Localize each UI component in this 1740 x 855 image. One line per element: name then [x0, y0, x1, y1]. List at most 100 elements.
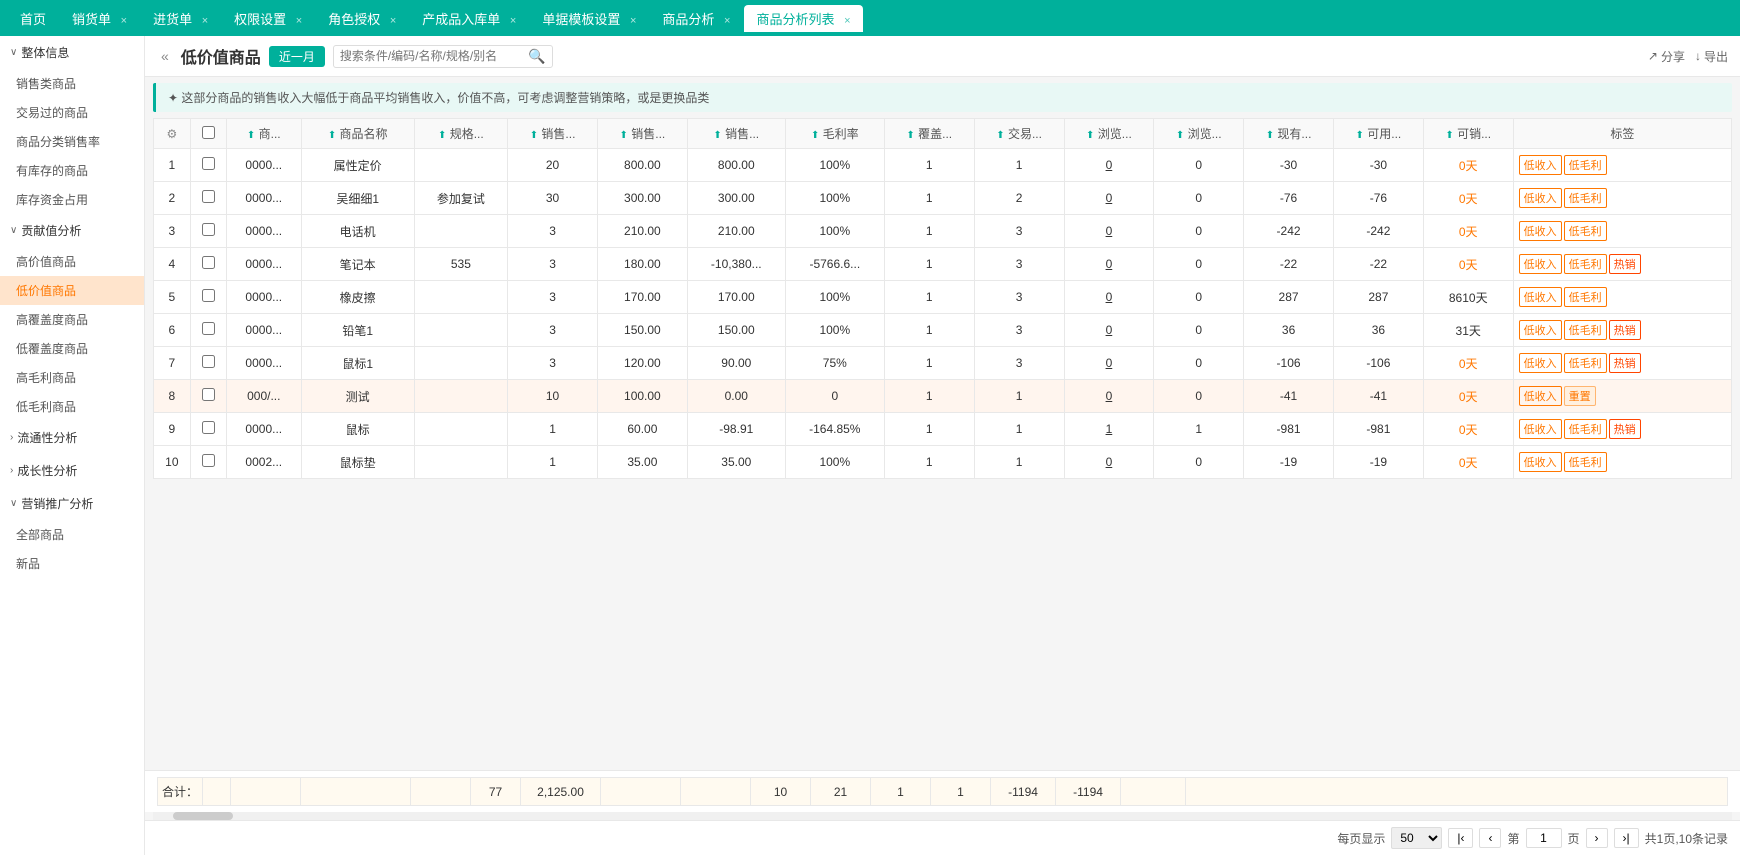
- time-filter-button[interactable]: 近一月: [269, 46, 325, 67]
- col-spec[interactable]: ⬆ 规格...: [414, 119, 508, 149]
- next-page-button[interactable]: ›: [1586, 828, 1608, 848]
- col-sales-amount[interactable]: ⬆ 销售...: [597, 119, 687, 149]
- page-input[interactable]: [1526, 828, 1562, 848]
- col-sales-price[interactable]: ⬆ 销售...: [687, 119, 785, 149]
- col-current[interactable]: ⬆ 现有...: [1244, 119, 1334, 149]
- col-settings[interactable]: ⚙: [154, 119, 191, 149]
- browse-link[interactable]: 0: [1106, 257, 1113, 271]
- sidebar-section-contribution[interactable]: ∨ 贡献值分析: [0, 214, 144, 247]
- select-all-checkbox[interactable]: [202, 126, 215, 139]
- nav-permissions[interactable]: 权限设置 ×: [222, 5, 314, 32]
- nav-purchase-order[interactable]: 进货单 ×: [141, 5, 220, 32]
- row-browse1[interactable]: 0: [1064, 347, 1154, 380]
- nav-sales-order[interactable]: 销货单 ×: [60, 5, 139, 32]
- browse-link[interactable]: 0: [1106, 389, 1113, 403]
- col-saleable[interactable]: ⬆ 可销...: [1423, 119, 1513, 149]
- col-name[interactable]: ⬆ 商品名称: [301, 119, 414, 149]
- row-select-checkbox[interactable]: [202, 454, 215, 467]
- col-browse2[interactable]: ⬆ 浏览...: [1154, 119, 1244, 149]
- row-browse1[interactable]: 0: [1064, 248, 1154, 281]
- row-checkbox[interactable]: [190, 182, 226, 215]
- row-select-checkbox[interactable]: [202, 256, 215, 269]
- nav-role-auth[interactable]: 角色授权 ×: [316, 5, 408, 32]
- row-select-checkbox[interactable]: [202, 157, 215, 170]
- col-margin[interactable]: ⬆ 毛利率: [785, 119, 884, 149]
- sidebar-item-low-margin[interactable]: 低毛利商品: [0, 392, 144, 421]
- sidebar-section-overview[interactable]: ∨ 整体信息: [0, 36, 144, 69]
- sidebar-section-growth[interactable]: › 成长性分析: [0, 454, 144, 487]
- sidebar-item-traded-goods[interactable]: 交易过的商品: [0, 98, 144, 127]
- browse-link[interactable]: 0: [1106, 356, 1113, 370]
- sidebar-item-all-goods[interactable]: 全部商品: [0, 520, 144, 549]
- share-button[interactable]: ↗ 分享: [1648, 48, 1685, 65]
- browse-link[interactable]: 0: [1106, 323, 1113, 337]
- search-input[interactable]: [340, 49, 529, 63]
- row-checkbox[interactable]: [190, 281, 226, 314]
- browse-link[interactable]: 1: [1106, 422, 1113, 436]
- row-checkbox[interactable]: [190, 347, 226, 380]
- browse-link[interactable]: 0: [1106, 290, 1113, 304]
- row-select-checkbox[interactable]: [202, 388, 215, 401]
- row-browse1[interactable]: 0: [1064, 314, 1154, 347]
- row-browse1[interactable]: 0: [1064, 446, 1154, 479]
- sidebar-item-high-value[interactable]: 高价值商品: [0, 247, 144, 276]
- sidebar-item-capital[interactable]: 库存资金占用: [0, 185, 144, 214]
- row-select-checkbox[interactable]: [202, 421, 215, 434]
- col-browse1[interactable]: ⬆ 浏览...: [1064, 119, 1154, 149]
- row-checkbox[interactable]: [190, 314, 226, 347]
- sidebar-item-low-value[interactable]: 低价值商品: [0, 276, 144, 305]
- search-icon[interactable]: 🔍: [528, 48, 545, 65]
- row-checkbox[interactable]: [190, 215, 226, 248]
- row-browse1[interactable]: 0: [1064, 149, 1154, 182]
- col-code[interactable]: ⬆ 商...: [226, 119, 301, 149]
- col-sales-qty[interactable]: ⬆ 销售...: [508, 119, 598, 149]
- close-icon[interactable]: ×: [630, 15, 636, 27]
- row-select-checkbox[interactable]: [202, 322, 215, 335]
- col-coverage[interactable]: ⬆ 覆盖...: [884, 119, 974, 149]
- browse-link[interactable]: 0: [1106, 455, 1113, 469]
- browse-link[interactable]: 0: [1106, 158, 1113, 172]
- scrollbar-thumb[interactable]: [173, 812, 233, 820]
- sidebar-section-marketing[interactable]: ∨ 营销推广分析: [0, 487, 144, 520]
- close-icon[interactable]: ×: [724, 15, 730, 27]
- close-icon[interactable]: ×: [121, 15, 127, 27]
- sidebar-item-sales-goods[interactable]: 销售类商品: [0, 69, 144, 98]
- close-icon[interactable]: ×: [844, 15, 850, 27]
- nav-template[interactable]: 单据模板设置 ×: [530, 5, 648, 32]
- sidebar-item-high-margin[interactable]: 高毛利商品: [0, 363, 144, 392]
- row-checkbox[interactable]: [190, 413, 226, 446]
- collapse-sidebar-button[interactable]: «: [157, 48, 173, 64]
- nav-goods-analysis-list[interactable]: 商品分析列表 ×: [744, 5, 862, 32]
- browse-link[interactable]: 0: [1106, 191, 1113, 205]
- sidebar-item-low-coverage[interactable]: 低覆盖度商品: [0, 334, 144, 363]
- nav-home[interactable]: 首页: [8, 5, 58, 32]
- col-available[interactable]: ⬆ 可用...: [1333, 119, 1423, 149]
- last-page-button[interactable]: ›|: [1614, 828, 1639, 848]
- row-select-checkbox[interactable]: [202, 223, 215, 236]
- row-checkbox[interactable]: [190, 248, 226, 281]
- horizontal-scrollbar[interactable]: [153, 812, 1732, 820]
- export-button[interactable]: ↓ 导出: [1695, 48, 1728, 65]
- row-browse1[interactable]: 0: [1064, 182, 1154, 215]
- row-select-checkbox[interactable]: [202, 289, 215, 302]
- close-icon[interactable]: ×: [390, 15, 396, 27]
- row-browse1[interactable]: 0: [1064, 281, 1154, 314]
- settings-icon[interactable]: ⚙: [166, 127, 177, 141]
- row-checkbox[interactable]: [190, 149, 226, 182]
- sidebar-item-category-rate[interactable]: 商品分类销售率: [0, 127, 144, 156]
- first-page-button[interactable]: |‹: [1448, 828, 1473, 848]
- close-icon[interactable]: ×: [296, 15, 302, 27]
- sidebar-item-high-coverage[interactable]: 高覆盖度商品: [0, 305, 144, 334]
- row-browse1[interactable]: 1: [1064, 413, 1154, 446]
- sidebar-item-stock-goods[interactable]: 有库存的商品: [0, 156, 144, 185]
- row-checkbox[interactable]: [190, 446, 226, 479]
- nav-product-in[interactable]: 产成品入库单 ×: [410, 5, 528, 32]
- row-checkbox[interactable]: [190, 380, 226, 413]
- prev-page-button[interactable]: ‹: [1479, 828, 1501, 848]
- close-icon[interactable]: ×: [510, 15, 516, 27]
- nav-goods-analysis[interactable]: 商品分析 ×: [650, 5, 742, 32]
- browse-link[interactable]: 0: [1106, 224, 1113, 238]
- sidebar-item-new-goods[interactable]: 新品: [0, 549, 144, 578]
- sidebar-section-liquidity[interactable]: › 流通性分析: [0, 421, 144, 454]
- row-browse1[interactable]: 0: [1064, 215, 1154, 248]
